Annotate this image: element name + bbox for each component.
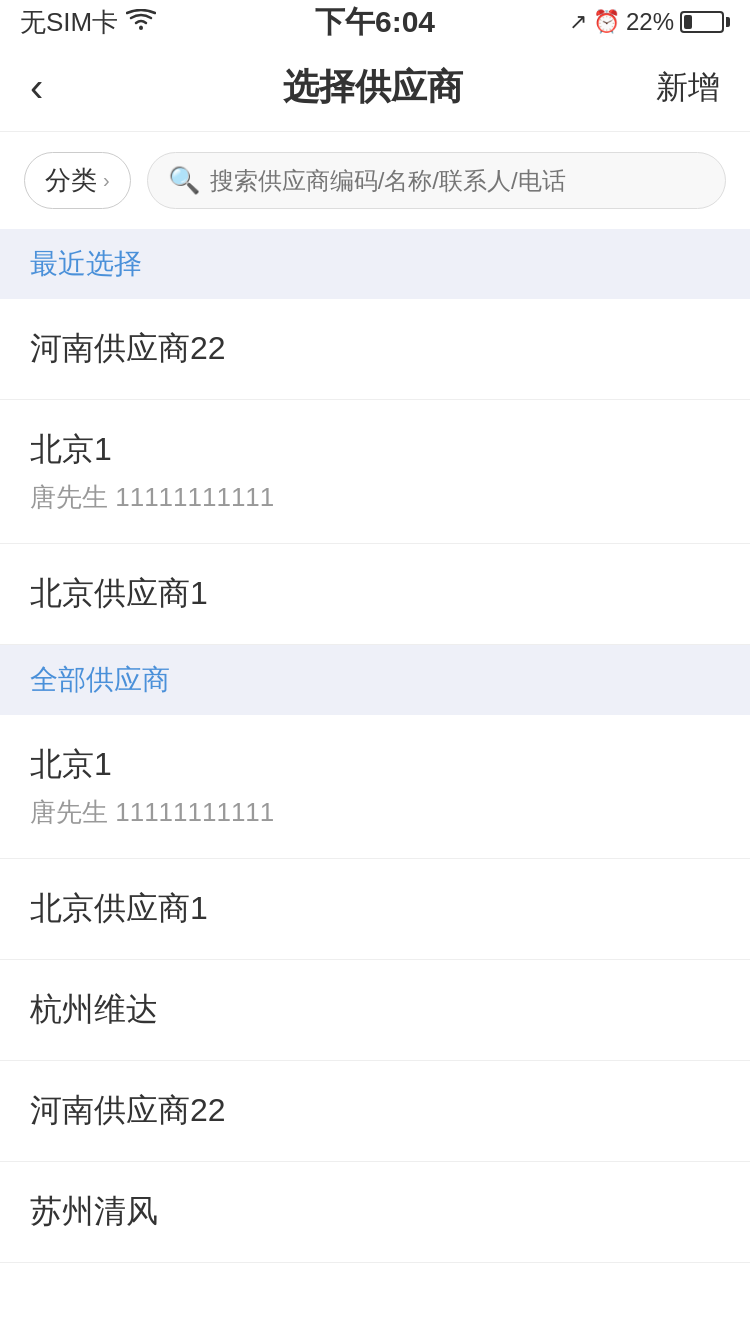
all-section-label: 全部供应商 [30, 664, 170, 695]
list-item[interactable]: 杭州维达 [0, 960, 750, 1061]
recent-section-label: 最近选择 [30, 248, 142, 279]
alarm-icon: ⏰ [593, 9, 620, 35]
list-item[interactable]: 苏州清风 [0, 1162, 750, 1263]
search-input[interactable] [210, 167, 705, 195]
item-sub: 唐先生 11111111111 [30, 480, 720, 515]
item-name: 北京1 [30, 743, 720, 787]
list-item[interactable]: 北京供应商1 [0, 544, 750, 645]
list-item[interactable]: 河南供应商22 [0, 299, 750, 400]
list-item[interactable]: 北京1 唐先生 11111111111 [0, 715, 750, 859]
all-list: 北京1 唐先生 11111111111 北京供应商1 杭州维达河南供应商22 苏州清风 [0, 715, 750, 1263]
search-box: 🔍 [147, 152, 726, 209]
status-right: ↗ ⏰ 22% [569, 8, 730, 36]
battery-percent: 22% [626, 8, 674, 36]
item-name: 苏州清风 [30, 1190, 720, 1234]
page-title: 选择供应商 [283, 63, 463, 112]
carrier-text: 无SIM卡 [20, 5, 118, 40]
status-left: 无SIM卡 [20, 5, 156, 40]
battery-icon [680, 11, 730, 33]
item-name: 北京1 [30, 428, 720, 472]
recent-section-header: 最近选择 [0, 229, 750, 299]
svg-point-0 [139, 26, 143, 30]
add-button[interactable]: 新增 [656, 66, 720, 110]
list-item[interactable]: 河南供应商22 [0, 1061, 750, 1162]
item-name: 北京供应商1 [30, 887, 720, 931]
item-name: 北京供应商1 [30, 572, 720, 616]
list-item[interactable]: 北京供应商1 [0, 859, 750, 960]
status-bar: 无SIM卡 下午6:04 ↗ ⏰ 22% [0, 0, 750, 44]
back-button[interactable]: ‹ [30, 65, 90, 110]
item-sub: 唐先生 11111111111 [30, 795, 720, 830]
nav-bar: ‹ 选择供应商 新增 [0, 44, 750, 132]
search-icon: 🔍 [168, 165, 200, 196]
location-icon: ↗ [569, 9, 587, 35]
wifi-icon [126, 7, 156, 38]
list-item[interactable]: 北京1 唐先生 11111111111 [0, 400, 750, 544]
category-button[interactable]: 分类 › [24, 152, 131, 209]
filter-bar: 分类 › 🔍 [0, 132, 750, 229]
chevron-right-icon: › [103, 169, 110, 192]
item-name: 杭州维达 [30, 988, 720, 1032]
item-name: 河南供应商22 [30, 327, 720, 371]
category-label: 分类 [45, 163, 97, 198]
status-time: 下午6:04 [315, 2, 435, 43]
item-name: 河南供应商22 [30, 1089, 720, 1133]
recent-list: 河南供应商22 北京1 唐先生 11111111111 北京供应商1 [0, 299, 750, 645]
all-section-header: 全部供应商 [0, 645, 750, 715]
